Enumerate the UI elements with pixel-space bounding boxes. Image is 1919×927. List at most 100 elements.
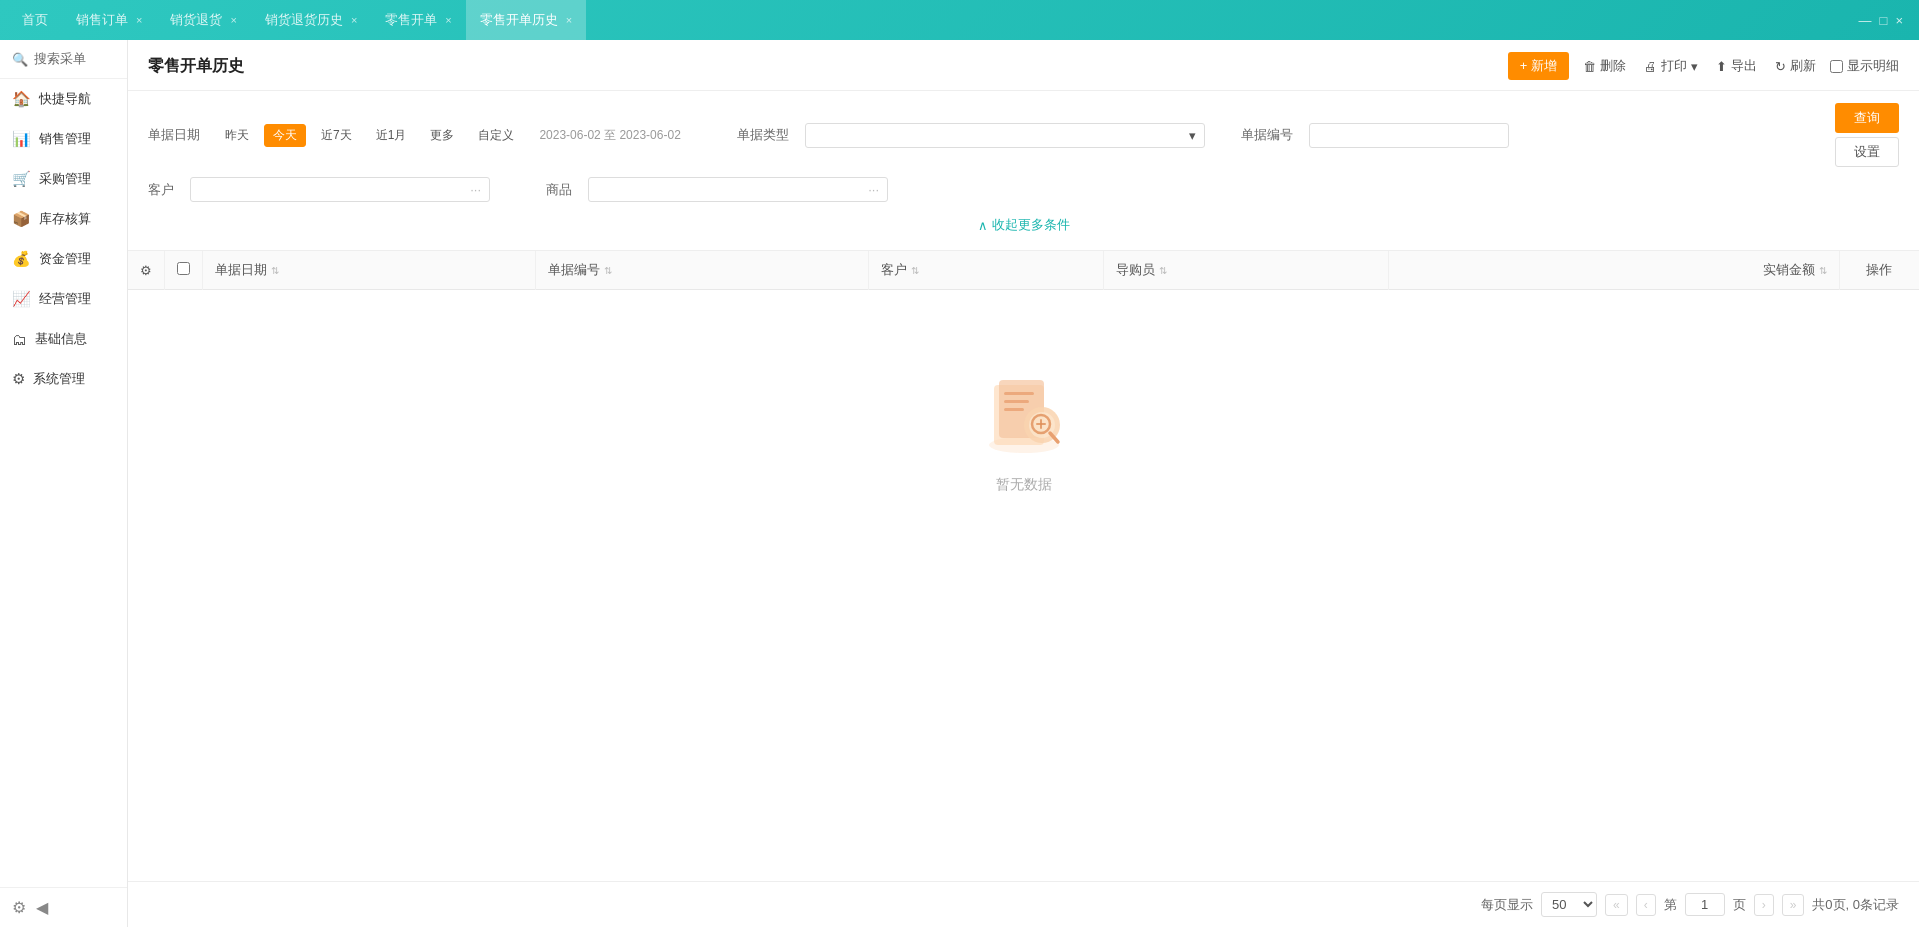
- th-number-sort[interactable]: ⇅: [604, 265, 612, 276]
- print-icon: 🖨: [1644, 59, 1657, 74]
- first-page-btn[interactable]: «: [1605, 894, 1628, 916]
- data-table: ⚙ 单据日期 ⇅ 单据编号 ⇅ 客户 ⇅: [128, 251, 1919, 574]
- per-page-select[interactable]: 50 10 20 100: [1541, 892, 1597, 917]
- system-icon: ⚙: [12, 370, 25, 388]
- goods-select-dots: ···: [868, 182, 879, 197]
- type-label: 单据类型: [737, 126, 789, 144]
- table-body: 暂无数据: [128, 290, 1919, 575]
- sidebar-search[interactable]: 🔍 搜索采单: [0, 40, 127, 79]
- tab-return-history-close[interactable]: ×: [351, 14, 357, 26]
- date-yesterday-btn[interactable]: 昨天: [216, 124, 258, 147]
- window-max-btn[interactable]: □: [1880, 13, 1888, 28]
- next-page-btn[interactable]: ›: [1754, 894, 1774, 916]
- window-min-btn[interactable]: —: [1859, 13, 1872, 28]
- print-button[interactable]: 🖨 打印 ▾: [1640, 55, 1702, 77]
- number-label: 单据编号: [1241, 126, 1293, 144]
- finance-icon: 💰: [12, 250, 31, 268]
- th-checkbox[interactable]: [165, 251, 203, 290]
- last-page-btn[interactable]: »: [1782, 894, 1805, 916]
- th-guide-sort[interactable]: ⇅: [1159, 265, 1167, 276]
- empty-icon: [974, 370, 1074, 460]
- tab-return-close[interactable]: ×: [230, 14, 236, 26]
- display-detail-checkbox[interactable]: [1830, 60, 1843, 73]
- collapse-icon: ∧: [978, 218, 988, 233]
- number-input[interactable]: [1309, 123, 1509, 148]
- goods-select[interactable]: ···: [588, 177, 888, 202]
- settings-button[interactable]: 设置: [1835, 137, 1899, 167]
- filter-area: 单据日期 昨天 今天 近7天 近1月 更多 自定义 2023-06-02 至 2…: [128, 91, 1919, 251]
- tab-sales-order-label: 销售订单: [76, 11, 128, 29]
- type-select-arrow: ▾: [1189, 128, 1196, 143]
- prev-page-btn[interactable]: ‹: [1636, 894, 1656, 916]
- th-customer-sort[interactable]: ⇅: [911, 265, 919, 276]
- table-container: ⚙ 单据日期 ⇅ 单据编号 ⇅ 客户 ⇅: [128, 251, 1919, 881]
- date-more-btn[interactable]: 更多: [421, 124, 463, 147]
- search-icon: 🔍: [12, 52, 28, 67]
- new-button[interactable]: + 新增: [1508, 52, 1569, 80]
- tab-retail-order-label: 零售开单: [385, 11, 437, 29]
- tab-return-history-label: 销货退货历史: [265, 11, 343, 29]
- tab-sales-order-close[interactable]: ×: [136, 14, 142, 26]
- export-button[interactable]: ⬆ 导出: [1712, 55, 1761, 77]
- customer-label: 客户: [148, 181, 174, 199]
- filter-collapse-btn[interactable]: ∧ 收起更多条件: [148, 212, 1899, 238]
- th-settings[interactable]: ⚙: [128, 251, 165, 290]
- empty-cell: 暂无数据: [128, 290, 1919, 575]
- sidebar-settings-icon[interactable]: ⚙: [12, 898, 26, 917]
- content-area: 零售开单历史 + 新增 🗑 删除 🖨 打印 ▾ ⬆ 导出 ↻: [128, 40, 1919, 927]
- select-all-checkbox[interactable]: [177, 262, 190, 275]
- sidebar-item-finance[interactable]: 💰 资金管理: [0, 239, 127, 279]
- empty-state: 暂无数据: [128, 290, 1919, 574]
- sidebar-item-operations[interactable]: 📈 经营管理: [0, 279, 127, 319]
- th-amount: 实销金额 ⇅: [1388, 251, 1839, 290]
- th-guide: 导购员 ⇅: [1104, 251, 1388, 290]
- sidebar-item-system[interactable]: ⚙ 系统管理: [0, 359, 127, 399]
- date-today-btn[interactable]: 今天: [264, 124, 306, 147]
- toolbar-actions: + 新增 🗑 删除 🖨 打印 ▾ ⬆ 导出 ↻ 刷新: [1508, 52, 1899, 80]
- sidebar-item-sales[interactable]: 📊 销售管理: [0, 119, 127, 159]
- query-button[interactable]: 查询: [1835, 103, 1899, 133]
- th-date-sort[interactable]: ⇅: [271, 265, 279, 276]
- sidebar-item-sales-label: 销售管理: [39, 130, 91, 148]
- delete-icon: 🗑: [1583, 59, 1596, 74]
- refresh-label: 刷新: [1790, 57, 1816, 75]
- refresh-button[interactable]: ↻ 刷新: [1771, 55, 1820, 77]
- tab-retail-order-history[interactable]: 零售开单历史 ×: [466, 0, 586, 40]
- tab-retail-order[interactable]: 零售开单 ×: [371, 0, 465, 40]
- customer-select[interactable]: ···: [190, 177, 490, 202]
- sidebar-bottom: ⚙ ◀: [0, 887, 127, 927]
- th-date: 单据日期 ⇅: [203, 251, 536, 290]
- tab-retail-order-close[interactable]: ×: [445, 14, 451, 26]
- empty-row: 暂无数据: [128, 290, 1919, 575]
- sidebar-item-shortcut[interactable]: 🏠 快捷导航: [0, 79, 127, 119]
- display-detail-toggle[interactable]: 显示明细: [1830, 57, 1899, 75]
- tab-return[interactable]: 销货退货 ×: [156, 0, 250, 40]
- th-customer: 客户 ⇅: [869, 251, 1104, 290]
- type-select[interactable]: ▾: [805, 123, 1205, 148]
- total-info: 共0页, 0条记录: [1812, 896, 1899, 914]
- tab-sales-order[interactable]: 销售订单 ×: [62, 0, 156, 40]
- date-7days-btn[interactable]: 近7天: [312, 124, 361, 147]
- tab-return-label: 销货退货: [170, 11, 222, 29]
- sales-icon: 📊: [12, 130, 31, 148]
- sidebar-item-purchase[interactable]: 🛒 采购管理: [0, 159, 127, 199]
- print-label: 打印: [1661, 57, 1687, 75]
- tab-home[interactable]: 首页: [8, 0, 62, 40]
- sidebar-item-operations-label: 经营管理: [39, 290, 91, 308]
- sidebar-item-basic-label: 基础信息: [35, 330, 87, 348]
- date-custom-btn[interactable]: 自定义: [469, 124, 523, 147]
- th-amount-sort[interactable]: ⇅: [1819, 265, 1827, 276]
- delete-button[interactable]: 🗑 删除: [1579, 55, 1630, 77]
- date-1month-btn[interactable]: 近1月: [367, 124, 416, 147]
- sidebar-collapse-icon[interactable]: ◀: [36, 898, 48, 917]
- sidebar-item-system-label: 系统管理: [33, 370, 85, 388]
- sidebar-item-basic[interactable]: 🗂 基础信息: [0, 319, 127, 359]
- window-controls: — □ ×: [1859, 13, 1911, 28]
- page-number-input[interactable]: [1685, 893, 1725, 916]
- tab-retail-order-history-close[interactable]: ×: [566, 14, 572, 26]
- filter-row-1: 单据日期 昨天 今天 近7天 近1月 更多 自定义 2023-06-02 至 2…: [148, 103, 1899, 167]
- window-close-btn[interactable]: ×: [1895, 13, 1903, 28]
- sidebar-item-inventory[interactable]: 📦 库存核算: [0, 199, 127, 239]
- th-customer-label: 客户: [881, 262, 907, 277]
- tab-return-history[interactable]: 销货退货历史 ×: [251, 0, 371, 40]
